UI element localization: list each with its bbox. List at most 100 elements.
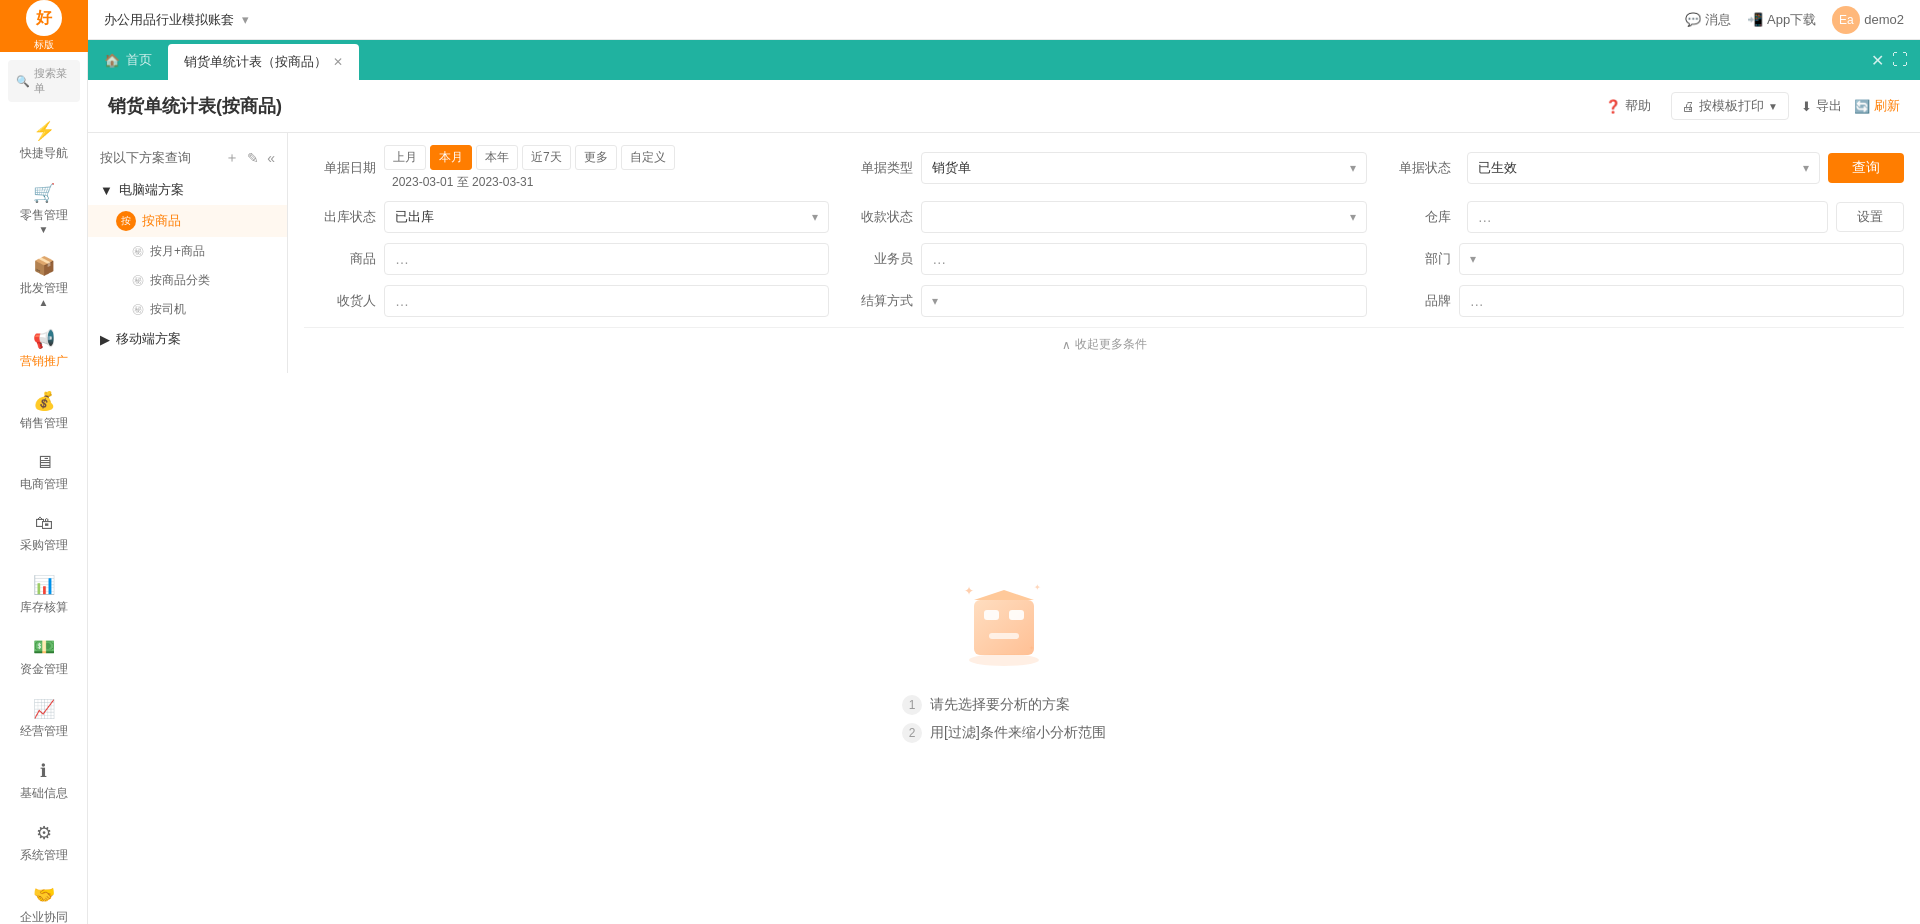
sidebar-item-marketing[interactable]: 📢 营销推广 xyxy=(0,318,88,380)
tree-item-by-driver[interactable]: ㊙ 按司机 xyxy=(88,295,287,324)
tip2-text: 用[过滤]条件来缩小分析范围 xyxy=(930,724,1106,742)
empty-tip-1: 1 请先选择要分析的方案 xyxy=(902,695,1106,715)
svg-text:✦: ✦ xyxy=(1034,583,1041,592)
query-button[interactable]: 查询 xyxy=(1828,153,1904,183)
warehouse-select[interactable]: … xyxy=(1467,201,1828,233)
dropdown-icon[interactable]: ▾ xyxy=(242,12,249,27)
payment-select[interactable]: ▾ xyxy=(921,201,1366,233)
search-menu[interactable]: 🔍 搜索菜单 xyxy=(8,60,80,102)
tree-item-label: 按月+商品 xyxy=(150,243,205,260)
salesperson-select[interactable]: … xyxy=(921,243,1366,275)
system-icon: ⚙ xyxy=(36,822,52,844)
date-btn-more[interactable]: 更多 xyxy=(575,145,617,170)
filter-area: 按以下方案查询 ＋ ✎ « ▼ 电脑端方案 按 按商品 xyxy=(88,133,1920,373)
date-filter: 单据日期 上月 本月 本年 近7天 更多 自定义 20 xyxy=(304,145,829,191)
svg-rect-2 xyxy=(1009,610,1024,620)
tabbar: 🏠 首页 销货单统计表（按商品） ✕ ✕ ⛶ xyxy=(88,40,1920,80)
collapse-text: 收起更多条件 xyxy=(1075,336,1147,353)
payment-filter: 收款状态 ▾ xyxy=(841,201,1366,233)
sidebar-item-wholesale[interactable]: 📦 批发管理 ▲ xyxy=(0,245,88,318)
home-icon: 🏠 xyxy=(104,53,120,68)
sidebar-item-enterprise[interactable]: 🤝 企业协同 xyxy=(0,874,88,924)
sidebar-item-label: 经营管理 xyxy=(20,723,68,740)
expand-btn[interactable]: ⛶ xyxy=(1892,51,1908,69)
print-btn[interactable]: 🖨 按模板打印 ▼ xyxy=(1671,92,1789,120)
user-avatar-area[interactable]: Ea demo2 xyxy=(1832,6,1904,34)
sidebar-item-retail[interactable]: 🛒 零售管理 ▼ xyxy=(0,172,88,245)
docstatus-select[interactable]: 已生效 ▾ xyxy=(1467,152,1820,184)
sidebar-item-basic[interactable]: ℹ 基础信息 xyxy=(0,750,88,812)
finance-icon: 💵 xyxy=(33,636,55,658)
empty-tips: 1 请先选择要分析的方案 2 用[过滤]条件来缩小分析范围 xyxy=(902,695,1106,743)
tab-active[interactable]: 销货单统计表（按商品） ✕ xyxy=(168,44,359,80)
industry-label: 办公用品行业模拟账套 xyxy=(104,11,234,29)
date-filter-content: 上月 本月 本年 近7天 更多 自定义 2023-03-01 至 2023-03… xyxy=(384,145,829,191)
date-btn-lastmonth[interactable]: 上月 xyxy=(384,145,426,170)
doctype-label: 单据类型 xyxy=(841,159,921,177)
doctype-select[interactable]: 销货单 ▾ xyxy=(921,152,1366,184)
sidebar-item-purchase[interactable]: 🛍 采购管理 xyxy=(0,503,88,564)
sidebar-item-label: 批发管理 xyxy=(20,280,68,297)
warehouse-label: 仓库 xyxy=(1379,208,1459,226)
sidebar-item-quicknav[interactable]: ⚡ 快捷导航 xyxy=(0,110,88,172)
topbar: 办公用品行业模拟账套 ▾ 💬 消息 📲 App下载 Ea demo2 xyxy=(88,0,1920,40)
date-btn-7days[interactable]: 近7天 xyxy=(522,145,571,170)
date-buttons: 上月 本月 本年 近7天 更多 自定义 xyxy=(384,145,829,170)
close-all-btn[interactable]: ✕ xyxy=(1871,51,1884,70)
message-btn[interactable]: 💬 消息 xyxy=(1685,11,1731,29)
outstatus-select[interactable]: 已出库 ▾ xyxy=(384,201,829,233)
sidebar-item-label: 基础信息 xyxy=(20,785,68,802)
sidebar-item-system[interactable]: ⚙ 系统管理 xyxy=(0,812,88,874)
refresh-btn[interactable]: 🔄 刷新 xyxy=(1854,97,1900,115)
page-title: 销货单统计表(按商品) xyxy=(108,94,282,118)
empty-tip-2: 2 用[过滤]条件来缩小分析范围 xyxy=(902,723,1106,743)
edit-scheme-btn[interactable]: ✎ xyxy=(247,150,259,166)
help-btn[interactable]: ❓ 帮助 xyxy=(1597,93,1659,119)
date-btn-thisyear[interactable]: 本年 xyxy=(476,145,518,170)
app-download-btn[interactable]: 📲 App下载 xyxy=(1747,11,1816,29)
brand-filter: 品牌 … xyxy=(1379,285,1904,317)
sidebar-item-label: 电商管理 xyxy=(20,476,68,493)
doctype-chevron: ▾ xyxy=(1350,161,1356,175)
collapse-panel-btn[interactable]: « xyxy=(267,150,275,166)
tree-item-by-category[interactable]: ㊙ 按商品分类 xyxy=(88,266,287,295)
date-btn-custom[interactable]: 自定义 xyxy=(621,145,675,170)
app-logo[interactable]: 好 标版 xyxy=(0,0,88,52)
tree-item-by-goods[interactable]: 按 按商品 xyxy=(88,205,287,237)
department-select[interactable]: ▾ xyxy=(1459,243,1904,275)
page-header-actions: ❓ 帮助 🖨 按模板打印 ▼ ⬇ 导出 🔄 刷新 xyxy=(1597,92,1900,120)
receiver-select[interactable]: … xyxy=(384,285,829,317)
goods-select[interactable]: … xyxy=(384,243,829,275)
sidebar-item-ecommerce[interactable]: 🖥 电商管理 xyxy=(0,442,88,503)
date-btn-thismonth[interactable]: 本月 xyxy=(430,145,472,170)
brand-select[interactable]: … xyxy=(1459,285,1904,317)
receiver-filter: 收货人 … xyxy=(304,285,829,317)
ecommerce-icon: 🖥 xyxy=(35,452,53,473)
sidebar-item-inventory[interactable]: 📊 库存核算 xyxy=(0,564,88,626)
collapse-bar[interactable]: ∧ 收起更多条件 xyxy=(304,327,1904,361)
export-btn[interactable]: ⬇ 导出 xyxy=(1801,97,1842,115)
sidebar: 好 标版 🔍 搜索菜单 ⚡ 快捷导航 🛒 零售管理 ▼ 📦 批发管理 ▲ 📢 营… xyxy=(0,0,88,924)
marketing-icon: 📢 xyxy=(33,328,55,350)
tree-group-pc[interactable]: ▼ 电脑端方案 xyxy=(88,175,287,205)
department-filter: 部门 ▾ xyxy=(1379,243,1904,275)
tree-item-by-month-goods[interactable]: ㊙ 按月+商品 xyxy=(88,237,287,266)
sidebar-item-label: 系统管理 xyxy=(20,847,68,864)
tree-group-label: 电脑端方案 xyxy=(119,181,184,199)
tab-close-btn[interactable]: ✕ xyxy=(333,55,343,69)
setting-button[interactable]: 设置 xyxy=(1836,202,1904,232)
purchase-icon: 🛍 xyxy=(35,513,53,534)
settlement-select[interactable]: ▾ xyxy=(921,285,1366,317)
sidebar-item-finance[interactable]: 💵 资金管理 xyxy=(0,626,88,688)
settlement-label: 结算方式 xyxy=(841,292,921,310)
sidebar-item-label: 销售管理 xyxy=(20,415,68,432)
sidebar-item-operations[interactable]: 📈 经营管理 xyxy=(0,688,88,750)
tab-home[interactable]: 🏠 首页 xyxy=(88,40,168,80)
tree-expand-icon: ▼ xyxy=(100,183,113,198)
sidebar-item-sales[interactable]: 💰 销售管理 xyxy=(0,380,88,442)
settlement-chevron: ▾ xyxy=(932,294,938,308)
tree-group-mobile[interactable]: ▶ 移动端方案 xyxy=(88,324,287,354)
add-scheme-btn[interactable]: ＋ xyxy=(225,149,239,167)
empty-state: ✦ ✦ ✦ 1 请先选择要分析的方案 2 用[过滤]条件来缩小分析范围 xyxy=(88,373,1920,924)
salesperson-filter: 业务员 … xyxy=(841,243,1366,275)
